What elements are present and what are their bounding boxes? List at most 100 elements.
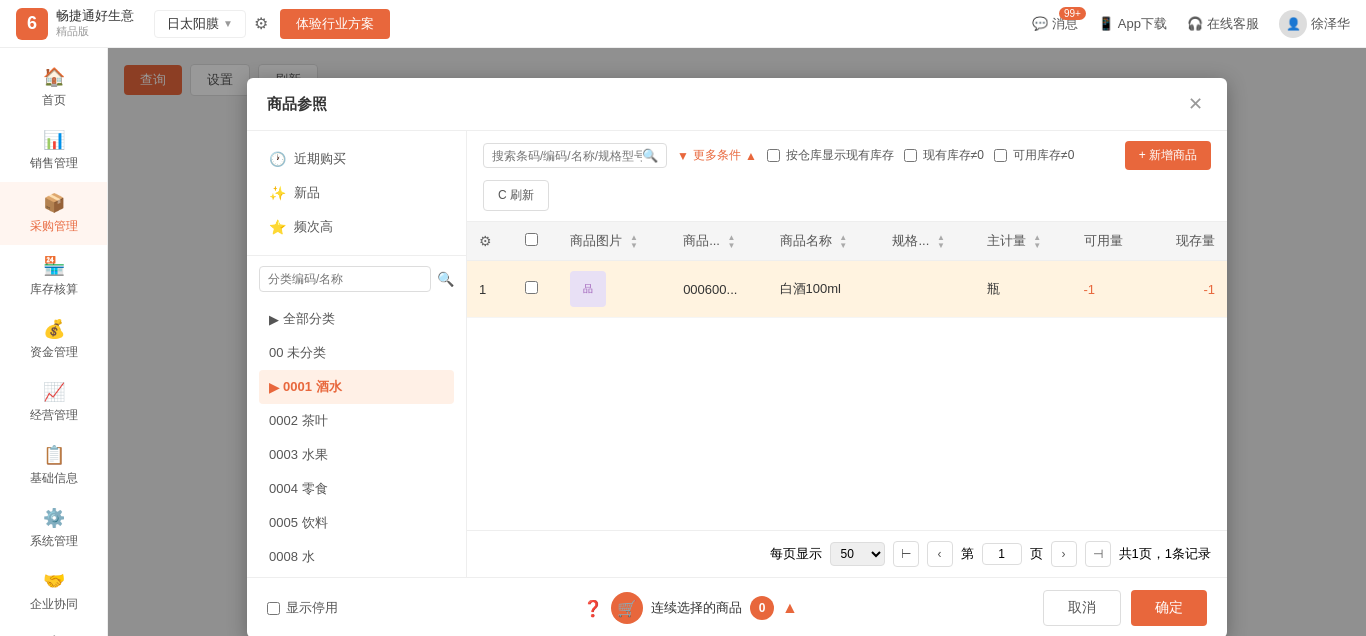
sidebar-item-enterprise[interactable]: 🤝 企业协同 (0, 560, 107, 623)
sidebar-item-guide[interactable]: 🎓 新手引导 (0, 623, 107, 636)
col-available: 可用量 (1072, 222, 1150, 261)
category-drinks[interactable]: 0005 饮料 (259, 506, 454, 540)
warehouse-checkbox[interactable] (767, 149, 780, 162)
category-fruit[interactable]: 0003 水果 (259, 438, 454, 472)
stock-check-text: 现有库存≠0 (923, 147, 984, 164)
select-all-checkbox[interactable] (525, 233, 538, 246)
category-search-input[interactable] (259, 266, 431, 292)
online-service-button[interactable]: 🎧 在线客服 (1187, 15, 1259, 33)
category-uncategorized-label: 00 未分类 (269, 344, 326, 362)
pagination-bar: 每页显示 50 10 20 100 ⊢ ‹ 第 页 (467, 530, 1227, 577)
tab-frequent-label: 频次高 (294, 218, 333, 236)
category-all[interactable]: ▶ 全部分类 (259, 302, 454, 336)
sidebar: 🏠 首页 📊 销售管理 📦 采购管理 🏪 库存核算 💰 资金管理 📈 经营管理 … (0, 48, 108, 636)
arrow-right-icon: ▶ (269, 312, 279, 327)
sidebar-item-sales[interactable]: 📊 销售管理 (0, 119, 107, 182)
app-layout: 🏠 首页 📊 销售管理 📦 采购管理 🏪 库存核算 💰 资金管理 📈 经营管理 … (0, 48, 1366, 636)
more-filters-button[interactable]: ▼ 更多条件 ▲ (677, 147, 757, 164)
sort-icon-spec[interactable]: ▲▼ (937, 234, 945, 250)
first-page-button[interactable]: ⊢ (893, 541, 919, 567)
last-page-button[interactable]: ⊣ (1085, 541, 1111, 567)
sort-icon-name[interactable]: ▲▼ (839, 234, 847, 250)
category-tea[interactable]: 0002 茶叶 (259, 404, 454, 438)
refresh-button[interactable]: C 刷新 (483, 180, 549, 211)
sort-icon-unit[interactable]: ▲▼ (1033, 234, 1041, 250)
row-available-cell: -1 (1072, 261, 1150, 318)
confirm-button[interactable]: 确定 (1131, 590, 1207, 626)
row-spec-cell (880, 261, 974, 318)
warehouse-check-label[interactable]: 按仓库显示现有库存 (767, 147, 894, 164)
stock-checkbox[interactable] (904, 149, 917, 162)
category-list: ▶ 全部分类 00 未分类 ▶ 0001 酒水 0002 茶 (247, 302, 466, 565)
usable-checkbox[interactable] (994, 149, 1007, 162)
sidebar-item-purchase[interactable]: 📦 采购管理 (0, 182, 107, 245)
sidebar-item-finance[interactable]: 💰 资金管理 (0, 308, 107, 371)
sidebar-label-finance: 资金管理 (30, 344, 78, 361)
footer-right: 取消 确定 (1043, 590, 1207, 626)
close-icon[interactable]: ✕ (1183, 92, 1207, 116)
collapse-icon[interactable]: ▲ (782, 599, 798, 617)
category-fruit-label: 0003 水果 (269, 446, 328, 464)
main-content: 查询 设置 刷新 商品参照 ✕ 🕐 (108, 48, 1366, 636)
per-page-select[interactable]: 50 10 20 100 (830, 542, 885, 566)
category-drinks-label: 0005 饮料 (269, 514, 328, 532)
category-snacks[interactable]: 0004 零食 (259, 472, 454, 506)
selected-label: 连续选择的商品 (651, 599, 742, 617)
messages-button[interactable]: 💬 消息 99+ (1032, 15, 1078, 33)
page-label: 第 (961, 545, 974, 563)
product-search-input[interactable] (492, 149, 642, 163)
help-icon[interactable]: ❓ (583, 599, 603, 618)
tenant-name: 日太阳膜 (167, 15, 219, 33)
sort-icon-code[interactable]: ▲▼ (728, 234, 736, 250)
add-product-button[interactable]: + 新增商品 (1125, 141, 1211, 170)
trial-button[interactable]: 体验行业方案 (280, 9, 390, 39)
sidebar-label-home: 首页 (42, 92, 66, 109)
sidebar-label-enterprise: 企业协同 (30, 596, 78, 613)
product-search-box[interactable]: 🔍 (483, 143, 667, 168)
total-info: 共1页，1条记录 (1119, 545, 1211, 563)
table-row[interactable]: 1 品 000600... 白酒100ml 瓶 (467, 261, 1227, 318)
tab-recent-purchase[interactable]: 🕐 近期购买 (259, 143, 454, 175)
app-download-button[interactable]: 📱 App下载 (1098, 15, 1167, 33)
category-water[interactable]: 0008 水 (259, 540, 454, 565)
avatar: 👤 (1279, 10, 1307, 38)
sidebar-item-home[interactable]: 🏠 首页 (0, 56, 107, 119)
sort-icon-image[interactable]: ▲▼ (630, 234, 638, 250)
row-stock-cell: -1 (1149, 261, 1227, 318)
category-liquor[interactable]: ▶ 0001 酒水 (259, 370, 454, 404)
display-disabled-checkbox[interactable] (267, 602, 280, 615)
category-uncategorized[interactable]: 00 未分类 (259, 336, 454, 370)
online-service-label: 在线客服 (1207, 15, 1259, 33)
sidebar-item-system[interactable]: ⚙️ 系统管理 (0, 497, 107, 560)
page-input[interactable] (982, 543, 1022, 565)
cart-icon[interactable]: 🛒 (611, 592, 643, 624)
operations-icon: 📈 (43, 381, 65, 403)
sidebar-item-operations[interactable]: 📈 经营管理 (0, 371, 107, 434)
sidebar-item-basic-info[interactable]: 📋 基础信息 (0, 434, 107, 497)
sidebar-item-inventory[interactable]: 🏪 库存核算 (0, 245, 107, 308)
cancel-button[interactable]: 取消 (1043, 590, 1121, 626)
usable-check-label[interactable]: 可用库存≠0 (994, 147, 1074, 164)
col-unit: 主计量 ▲▼ (975, 222, 1072, 261)
row-checkbox-cell[interactable] (513, 261, 559, 318)
app-download-label: App下载 (1118, 15, 1167, 33)
tab-new-product[interactable]: ✨ 新品 (259, 177, 454, 209)
home-icon: 🏠 (43, 66, 65, 88)
next-page-button[interactable]: › (1051, 541, 1077, 567)
prev-page-button[interactable]: ‹ (927, 541, 953, 567)
recent-icon: 🕐 (269, 151, 286, 167)
sales-icon: 📊 (43, 129, 65, 151)
col-settings[interactable]: ⚙ (467, 222, 513, 261)
col-checkbox[interactable] (513, 222, 559, 261)
display-disabled-label[interactable]: 显示停用 (267, 599, 338, 617)
gear-icon[interactable]: ⚙ (254, 14, 268, 33)
tenant-selector[interactable]: 日太阳膜 ▼ (154, 10, 246, 38)
category-tea-label: 0002 茶叶 (269, 412, 328, 430)
new-icon: ✨ (269, 185, 286, 201)
settings-gear-icon[interactable]: ⚙ (479, 233, 492, 249)
user-menu[interactable]: 👤 徐泽华 (1279, 10, 1350, 38)
stock-check-label[interactable]: 现有库存≠0 (904, 147, 984, 164)
tab-frequent[interactable]: ⭐ 频次高 (259, 211, 454, 243)
row-checkbox[interactable] (525, 281, 538, 294)
search-icon[interactable]: 🔍 (437, 271, 454, 287)
